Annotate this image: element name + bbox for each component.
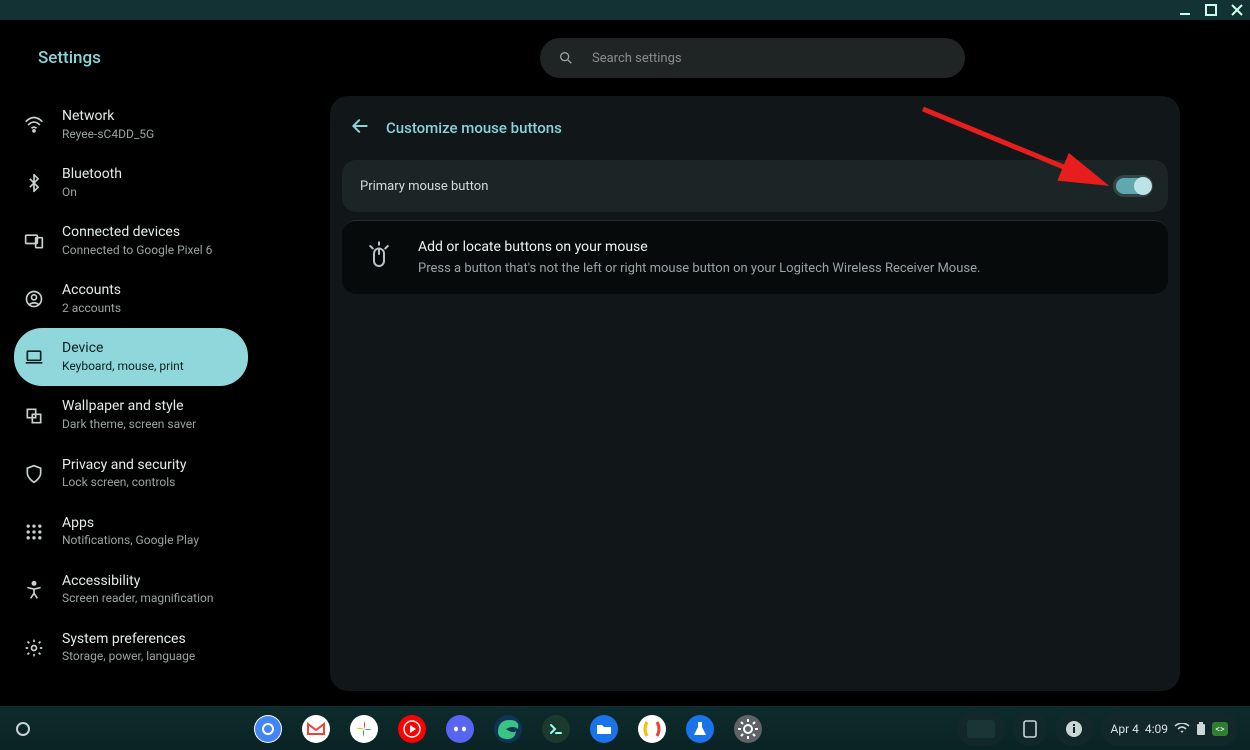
shelf-app-flask[interactable]: [685, 714, 715, 744]
devices-icon: [24, 231, 44, 251]
window-titlebar: [0, 0, 1250, 20]
sidebar-item-wallpaper-and-style[interactable]: Wallpaper and styleDark theme, screen sa…: [14, 386, 248, 444]
card-title: Add or locate buttons on your mouse: [418, 239, 980, 255]
sidebar-item-accounts[interactable]: Accounts2 accounts: [14, 270, 248, 328]
sidebar-item-accessibility[interactable]: AccessibilityScreen reader, magnificatio…: [14, 561, 248, 619]
wifi-icon: [24, 115, 44, 135]
shelf-phone-hub[interactable]: [957, 712, 1005, 746]
settings-panel: Customize mouse buttons Primary mouse bu…: [330, 96, 1180, 691]
shelf-app-photos[interactable]: [349, 714, 379, 744]
shelf-app-discord[interactable]: [445, 714, 475, 744]
page-title: Settings: [38, 48, 101, 68]
shelf-app-settings[interactable]: [733, 714, 763, 744]
svg-text:<>: <>: [1215, 725, 1225, 735]
sidebar-item-connected-devices[interactable]: Connected devicesConnected to Google Pix…: [14, 212, 248, 270]
account-icon: [24, 289, 44, 309]
primary-mouse-toggle[interactable]: [1116, 178, 1150, 194]
shelf-app-chrome[interactable]: [253, 714, 283, 744]
nav-label: Connected devices: [62, 224, 212, 242]
wifi-status-icon: [1174, 723, 1190, 735]
shelf-time: 4:09: [1145, 722, 1168, 736]
sidebar-item-network[interactable]: NetworkReyee-sC4DD_5G: [14, 96, 248, 154]
panel-title: Customize mouse buttons: [386, 119, 562, 137]
launcher-icon[interactable]: [16, 722, 30, 736]
phone-hub-icon: [967, 720, 995, 738]
shelf-notifications[interactable]: [1055, 712, 1093, 746]
sidebar-item-bluetooth[interactable]: BluetoothOn: [14, 154, 248, 212]
bluetooth-icon: [24, 173, 44, 193]
shelf-app-edge[interactable]: [493, 714, 523, 744]
sidebar-item-apps[interactable]: AppsNotifications, Google Play: [14, 503, 248, 561]
apps-icon: [24, 522, 44, 542]
shelf-holding-space[interactable]: [1013, 712, 1047, 746]
shelf: Apr 4 4:09 <>: [0, 706, 1250, 750]
add-button-card: Add or locate buttons on your mouse Pres…: [342, 220, 1168, 294]
nav-label: Bluetooth: [62, 166, 122, 184]
minimize-icon[interactable]: [1178, 3, 1192, 17]
nav-sublabel: Storage, power, language: [62, 649, 195, 665]
shelf-app-gmail[interactable]: [301, 714, 331, 744]
info-icon: [1065, 720, 1083, 738]
shelf-app-files[interactable]: [589, 714, 619, 744]
nav-label: Wallpaper and style: [62, 398, 196, 416]
nav-label: Accounts: [62, 282, 121, 300]
nav-sublabel: Notifications, Google Play: [62, 533, 199, 549]
nav-sublabel: Screen reader, magnification: [62, 591, 213, 607]
nav-label: Network: [62, 108, 154, 126]
sidebar-item-device[interactable]: DeviceKeyboard, mouse, print: [14, 328, 248, 386]
nav-sublabel: On: [62, 185, 122, 201]
primary-mouse-label: Primary mouse button: [360, 179, 488, 194]
holding-space-icon: [1023, 720, 1037, 738]
palette-icon: [24, 406, 44, 426]
shield-icon: [24, 464, 44, 484]
nav-sublabel: Keyboard, mouse, print: [62, 359, 184, 375]
dev-mode-icon: <>: [1212, 722, 1228, 736]
shelf-status-tray[interactable]: Apr 4 4:09 <>: [1101, 712, 1239, 746]
shelf-app-youtube-music[interactable]: [397, 714, 427, 744]
shelf-app-terminal[interactable]: [541, 714, 571, 744]
gear-icon: [24, 638, 44, 658]
nav-label: Privacy and security: [62, 457, 186, 475]
mouse-icon: [362, 239, 396, 273]
search-icon: [558, 50, 574, 66]
nav-sublabel: Dark theme, screen saver: [62, 417, 196, 433]
nav-label: Apps: [62, 515, 199, 533]
shelf-app-multi[interactable]: [637, 714, 667, 744]
shelf-date: Apr 4: [1111, 722, 1139, 736]
maximize-icon[interactable]: [1204, 3, 1218, 17]
nav-label: Device: [62, 340, 184, 358]
back-icon[interactable]: [350, 116, 370, 140]
nav-label: System preferences: [62, 631, 195, 649]
nav-sublabel: Lock screen, controls: [62, 475, 186, 491]
search-input[interactable]: [592, 51, 965, 66]
battery-status-icon: [1196, 722, 1206, 736]
nav-sublabel: 2 accounts: [62, 301, 121, 317]
sidebar-item-system-preferences[interactable]: System preferencesStorage, power, langua…: [14, 619, 248, 677]
accessibility-icon: [24, 580, 44, 600]
sidebar: NetworkReyee-sC4DD_5GBluetoothOnConnecte…: [0, 96, 260, 706]
primary-mouse-row: Primary mouse button: [342, 160, 1168, 212]
close-icon[interactable]: [1230, 3, 1244, 17]
search-box[interactable]: [540, 38, 965, 78]
nav-sublabel: Connected to Google Pixel 6: [62, 243, 212, 259]
laptop-icon: [24, 347, 44, 367]
header: Settings: [0, 20, 1250, 96]
sidebar-item-privacy-and-security[interactable]: Privacy and securityLock screen, control…: [14, 445, 248, 503]
card-subtitle: Press a button that's not the left or ri…: [418, 261, 980, 276]
nav-label: Accessibility: [62, 573, 213, 591]
nav-sublabel: Reyee-sC4DD_5G: [62, 127, 154, 143]
